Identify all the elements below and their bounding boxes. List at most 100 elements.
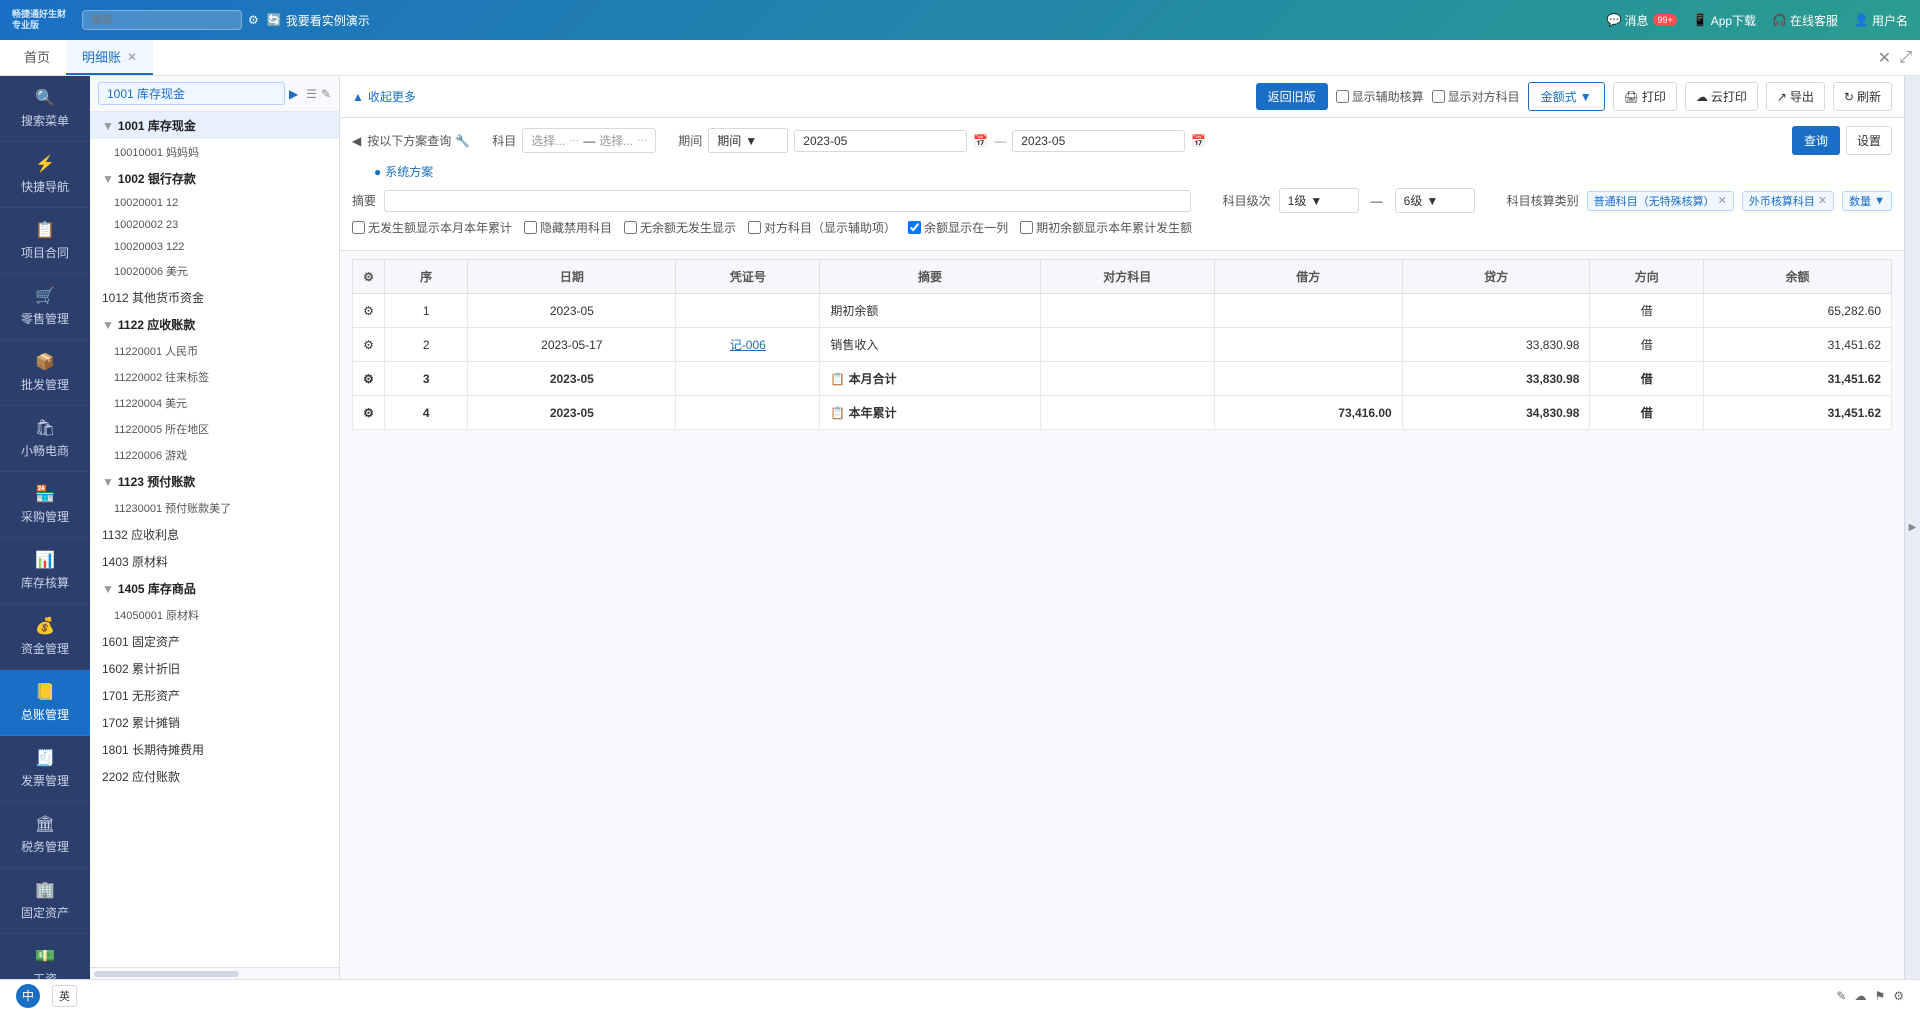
checkbox-opening-input[interactable] (1020, 221, 1033, 234)
sidebar-item-retail-mgmt[interactable]: 🛒 零售管理 (0, 274, 90, 340)
tree-item-1001[interactable]: ▼ 1001 库存现金 (90, 112, 339, 139)
checkbox-opening-show[interactable]: 期初余额显示本年累计发生额 (1020, 219, 1192, 236)
tree-item-1123[interactable]: ▼ 1123 预付账款 (90, 468, 339, 495)
td-voucher[interactable] (676, 396, 820, 430)
tag-foreign[interactable]: 外币核算科目 ✕ (1742, 191, 1834, 211)
tree-item-1002[interactable]: ▼ 1002 银行存款 (90, 165, 339, 192)
sidebar-item-accounting[interactable]: 📒 总账管理 (0, 670, 90, 736)
level-from-select[interactable]: 1级 ▼ (1279, 188, 1359, 213)
filter-icon[interactable]: 🔧 (455, 134, 470, 148)
tag-remove-icon[interactable]: ✕ (1718, 194, 1727, 207)
global-search-input[interactable] (82, 10, 242, 30)
th-settings[interactable]: ⚙ (353, 260, 385, 294)
sidebar-item-project-contract[interactable]: 📋 项目合同 (0, 208, 90, 274)
tree-item-10010001[interactable]: 10010001 妈妈妈 (90, 139, 339, 165)
horizontal-scrollbar[interactable] (94, 971, 239, 977)
tree-item-11220001[interactable]: 11220001 人民币 (90, 338, 339, 364)
tree-item-11230001[interactable]: 11230001 预付账款美了 (90, 495, 339, 521)
checkbox-balance-one-col[interactable]: 余额显示在一列 (908, 219, 1008, 236)
tree-item-1012[interactable]: 1012 其他货币资金 (90, 284, 339, 311)
settings-icon[interactable]: ⚙ (248, 13, 259, 27)
cloud-print-btn[interactable]: ☁ 云打印 (1685, 82, 1758, 111)
tab-close-icon[interactable]: ✕ (127, 50, 137, 64)
print-btn[interactable]: 🖨 打印 (1613, 82, 1677, 111)
online-service-btn[interactable]: 🎧 在线客服 (1772, 12, 1838, 29)
app-download-btn[interactable]: 📱 App下载 (1693, 12, 1756, 29)
query-btn[interactable]: 查询 (1792, 126, 1840, 155)
lang-en-btn[interactable]: 英 (52, 985, 77, 1007)
user-avatar[interactable]: 👤 用户名 (1854, 12, 1908, 29)
subject-next-icon[interactable]: ▶ (289, 87, 298, 101)
show-aux-input[interactable] (1336, 90, 1349, 103)
tab-home[interactable]: 首页 (8, 40, 66, 75)
date-to-input[interactable] (1012, 130, 1185, 152)
flag-icon-bottom[interactable]: ⚑ (1874, 989, 1885, 1003)
sidebar-item-xiaochangec[interactable]: 🛍 小畅电商 (0, 406, 90, 472)
show-contra-checkbox[interactable]: 显示对方科目 (1432, 88, 1520, 105)
sidebar-item-invoice-mgmt[interactable]: 🧾 发票管理 (0, 736, 90, 802)
collapse-filter-btn[interactable]: ◀ (352, 134, 361, 148)
date-from-input[interactable] (794, 130, 967, 152)
sidebar-item-wholesale-mgmt[interactable]: 📦 批发管理 (0, 340, 90, 406)
sidebar-item-search-menu[interactable]: 🔍 搜索菜单 (0, 76, 90, 142)
tree-item-1602[interactable]: 1602 累计折旧 (90, 655, 339, 682)
subject-select[interactable]: 选择... ··· — 选择... ··· (522, 128, 656, 153)
tag-remove-icon[interactable]: ✕ (1818, 194, 1827, 207)
export-btn[interactable]: ↗ 导出 (1766, 82, 1825, 111)
tab-detail[interactable]: 明细账 ✕ (66, 40, 153, 75)
summary-input[interactable] (384, 190, 1191, 212)
tab-bar-close-btn[interactable]: ✕ (1878, 48, 1891, 68)
tree-item-11220006[interactable]: 11220006 游戏 (90, 442, 339, 468)
checkbox-no-occur-input[interactable] (352, 221, 365, 234)
tree-item-11220002[interactable]: 11220002 往来标签 (90, 364, 339, 390)
checkbox-balance-col-input[interactable] (908, 221, 921, 234)
settings-icon-bottom[interactable]: ⚙ (1893, 989, 1904, 1003)
tag-normal[interactable]: 普通科目（无特殊核算） ✕ (1587, 191, 1734, 211)
tree-item-14050001[interactable]: 14050001 原材料 (90, 602, 339, 628)
checkbox-hide-disabled[interactable]: 隐藏禁用科目 (524, 219, 612, 236)
period-mode-select[interactable]: 期间 ▼ (708, 128, 788, 153)
right-collapse-panel[interactable]: ▶ (1904, 76, 1920, 979)
system-scheme-link[interactable]: ● 系统方案 (374, 163, 433, 180)
tree-item-10020003[interactable]: 10020003 122 (90, 236, 339, 258)
tree-item-10020006[interactable]: 10020006 美元 (90, 258, 339, 284)
tree-item-1132[interactable]: 1132 应收利息 (90, 521, 339, 548)
subject-badge[interactable]: 1001 库存现金 (98, 82, 285, 105)
tree-item-1702[interactable]: 1702 累计摊销 (90, 709, 339, 736)
list-icon[interactable]: ☰ (306, 87, 317, 101)
tree-item-11220004[interactable]: 11220004 美元 (90, 390, 339, 416)
tree-item-1403[interactable]: 1403 原材料 (90, 548, 339, 575)
tree-item-1801[interactable]: 1801 长期待摊费用 (90, 736, 339, 763)
checkbox-no-balance-show[interactable]: 无余额无发生显示 (624, 219, 736, 236)
tree-item-1701[interactable]: 1701 无形资产 (90, 682, 339, 709)
sidebar-item-inventory[interactable]: 📊 库存核算 (0, 538, 90, 604)
tree-item-1601[interactable]: 1601 固定资产 (90, 628, 339, 655)
show-aux-checkbox[interactable]: 显示辅助核算 (1336, 88, 1424, 105)
sidebar-item-fixed-assets[interactable]: 🏢 固定资产 (0, 868, 90, 934)
settings-btn[interactable]: 设置 (1846, 126, 1892, 155)
td-voucher[interactable] (676, 362, 820, 396)
sidebar-item-quick-nav[interactable]: ⚡ 快捷导航 (0, 142, 90, 208)
sidebar-item-salary[interactable]: 💵 工资 (0, 934, 90, 979)
td-gear[interactable]: ⚙ (353, 328, 385, 362)
demo-link[interactable]: 🔄 我要看实例演示 (267, 12, 370, 29)
td-gear[interactable]: ⚙ (353, 362, 385, 396)
tree-item-10020001[interactable]: 10020001 12 (90, 192, 339, 214)
refresh-btn[interactable]: ↻ 刷新 (1833, 82, 1892, 111)
back-old-version-btn[interactable]: 返回旧版 (1256, 83, 1328, 110)
sidebar-item-capital-mgmt[interactable]: 💰 资金管理 (0, 604, 90, 670)
tree-item-2202[interactable]: 2202 应付账款 (90, 763, 339, 790)
message-btn[interactable]: 💬 消息 99+ (1607, 12, 1677, 29)
lang-cn-btn[interactable]: 中 (16, 984, 40, 1008)
checkbox-contra-show[interactable]: 对方科目（显示辅助项） (748, 219, 896, 236)
checkbox-contra-input[interactable] (748, 221, 761, 234)
tree-item-1122[interactable]: ▼ 1122 应收账款 (90, 311, 339, 338)
edit-icon-bottom[interactable]: ✎ (1836, 989, 1846, 1003)
tree-item-1405[interactable]: ▼ 1405 库存商品 (90, 575, 339, 602)
sidebar-item-purchase-mgmt[interactable]: 🏪 采购管理 (0, 472, 90, 538)
cloud-icon-bottom[interactable]: ☁ (1854, 989, 1866, 1003)
checkbox-hide-disabled-input[interactable] (524, 221, 537, 234)
tree-item-11220005[interactable]: 11220005 所在地区 (90, 416, 339, 442)
level-to-select[interactable]: 6级 ▼ (1395, 188, 1475, 213)
checkbox-no-occur-show[interactable]: 无发生额显示本月本年累计 (352, 219, 512, 236)
